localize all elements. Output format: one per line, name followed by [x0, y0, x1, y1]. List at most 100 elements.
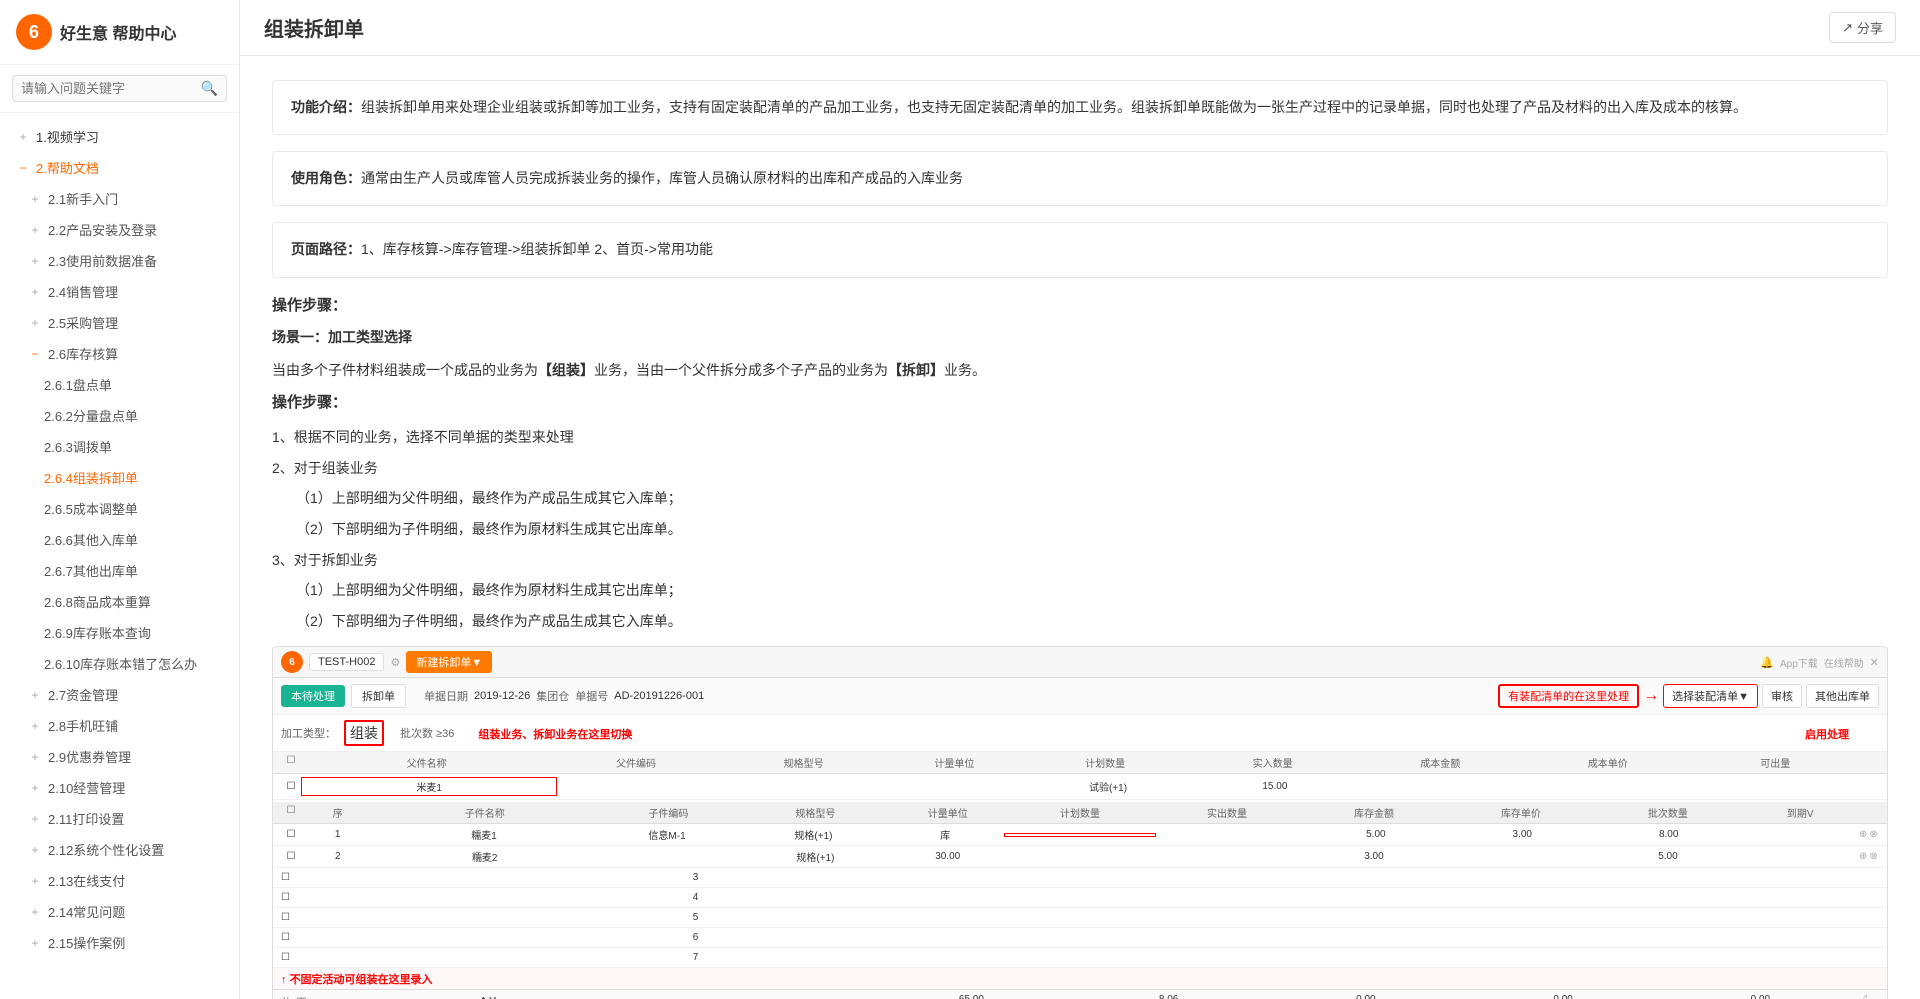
sidebar-item-cost-adjust[interactable]: 2.6.5成本调整单	[0, 493, 239, 524]
mock-child-row-5: ☐ 5	[273, 908, 1887, 928]
search-input[interactable]	[21, 81, 201, 96]
mock-expand-icon[interactable]: ⤢	[1859, 994, 1867, 999]
sidebar-item-label: 2.6.4组装拆卸单	[44, 468, 138, 487]
sidebar-item-stock-query[interactable]: 2.6.9库存账本查询	[0, 617, 239, 648]
search-box[interactable]: 🔍	[12, 75, 227, 102]
mock-child-row-6: ☐ 6	[273, 928, 1887, 948]
sidebar-item-assembly[interactable]: 2.6.4组装拆卸单	[0, 462, 239, 493]
sidebar-item-data-prep[interactable]: + 2.3使用前数据准备	[0, 245, 239, 276]
sidebar-item-cost-recalc[interactable]: 2.6.8商品成本重算	[0, 586, 239, 617]
mock-close-icon[interactable]: ✕	[1870, 656, 1879, 669]
sidebar-item-faq[interactable]: + 2.14常见问题	[0, 896, 239, 927]
mock-child-plan-col: 计划数量	[1007, 805, 1154, 820]
sidebar-item-print[interactable]: + 2.11打印设置	[0, 803, 239, 834]
mock-child-row-7: ☐ 7	[273, 948, 1887, 968]
expand-icon: +	[16, 130, 30, 144]
step3-subs: （1）上部明细为父件明细，最终作为原材料生成其它出库单； （2）下部明细为子件明…	[296, 577, 1888, 634]
sidebar-item-stock-error[interactable]: 2.6.10库存账本错了怎么办	[0, 648, 239, 679]
mock-row-checkbox[interactable]: ☐	[281, 781, 301, 792]
mock-child-row-2: ☐ 2 糯麦2 规格(+1) 30.00 3.00 5.00 ⊕	[273, 846, 1887, 868]
mock-qty-label: 批次数 ≥36	[400, 725, 454, 741]
sidebar-item-other-out[interactable]: 2.6.7其他出库单	[0, 555, 239, 586]
mock-r4-check: ☐	[281, 892, 301, 903]
sidebar-item-payment[interactable]: + 2.13在线支付	[0, 865, 239, 896]
screenshot-inner: 6 TEST-H002 ⚙ 新建拆卸单▼ 🔔 App下载 在线帮助 ✕ 本待处理…	[273, 647, 1887, 999]
mock-type-label: 加工类型：	[281, 725, 336, 741]
mock-approve-btn[interactable]: 审核	[1762, 684, 1802, 708]
mock-new-btn[interactable]: 新建拆卸单▼	[406, 651, 492, 673]
mock-footer-ops: ⤢	[1859, 994, 1879, 999]
path-label: 页面路径：	[291, 241, 361, 257]
share-button[interactable]: ↗ 分享	[1829, 12, 1896, 43]
mock-delete-icon[interactable]: ⊗	[1869, 829, 1877, 840]
sidebar-item-purchase[interactable]: + 2.5采购管理	[0, 307, 239, 338]
mock-child-ops-col	[1859, 805, 1879, 820]
mock-child-stock-col: 库存金额	[1300, 805, 1447, 820]
sidebar-item-video[interactable]: + 1.视频学习	[0, 121, 239, 152]
expand-icon: +	[28, 316, 42, 330]
sidebar-item-stocktake[interactable]: 2.6.1盘点单	[0, 369, 239, 400]
mock-settings-icon: ⚙	[390, 656, 400, 669]
mock-parent-actual-cell: 15.00	[1191, 781, 1358, 792]
sidebar-item-label: 2.1新手入门	[48, 189, 118, 208]
mock-child-r1-name: 糯麦1	[374, 827, 594, 842]
search-icon[interactable]: 🔍	[201, 80, 218, 97]
sidebar-item-transfer[interactable]: 2.6.3调拨单	[0, 431, 239, 462]
role-block: 使用角色：通常由生产人员或库管人员完成拆装业务的操作，库管人员确认原材料的出库和…	[272, 151, 1888, 206]
mock-type-value: 组装	[344, 720, 384, 746]
expand-icon: +	[28, 812, 42, 826]
mock-child-r1-ops: ⊕ ⊗	[1859, 829, 1879, 840]
sidebar-item-customize[interactable]: + 2.12系统个性化设置	[0, 834, 239, 865]
sidebar-item-label: 2.6.5成本调整单	[44, 499, 138, 518]
expand-icon: +	[28, 688, 42, 702]
sidebar-item-coupon[interactable]: + 2.9优惠券管理	[0, 741, 239, 772]
mock-child-r1-check[interactable]: ☐	[281, 829, 301, 840]
mock-child-row-4: ☐ 4	[273, 888, 1887, 908]
mock-app-label: App下载	[1780, 655, 1818, 670]
mock-tab-inactive[interactable]: 拆卸单	[351, 684, 406, 708]
sidebar-item-inventory[interactable]: − 2.6库存核算	[0, 338, 239, 369]
step2-subs: （1）上部明细为父件明细，最终作为产成品生成其它入库单； （2）下部明细为子件明…	[296, 485, 1888, 542]
ops-steps-title: 操作步骤：	[272, 391, 1888, 412]
step3: 3、对于拆卸业务	[272, 547, 1888, 574]
role-text: 通常由生产人员或库管人员完成拆装业务的操作，库管人员确认原材料的出库和产成品的入…	[361, 170, 963, 186]
top-bar: 组装拆卸单 ↗ 分享	[240, 0, 1920, 56]
mock-delete2-icon[interactable]: ⊗	[1869, 851, 1877, 862]
sidebar-item-sales[interactable]: + 2.4销售管理	[0, 276, 239, 307]
mock-child-r2-check[interactable]: ☐	[281, 851, 301, 862]
collapse-icon: −	[28, 347, 42, 361]
expand-icon: +	[28, 843, 42, 857]
sidebar-item-operation[interactable]: + 2.10经营管理	[0, 772, 239, 803]
scenario1-title: 场景一：加工类型选择	[272, 327, 1888, 347]
sidebar-item-docs[interactable]: − 2.帮助文档	[0, 152, 239, 183]
mock-help-label: 在线帮助	[1824, 655, 1864, 670]
mock-checkbox-col: ☐	[281, 755, 301, 770]
mock-parent-avail-col: 可出量	[1692, 755, 1860, 770]
mock-annotation1-area: 有装配清单的在这里处理 → 选择装配清单▼	[1498, 684, 1758, 708]
mock-footer-total: 合计	[478, 994, 873, 999]
share-label: 分享	[1857, 18, 1883, 37]
sidebar-item-label: 2.6.7其他出库单	[44, 561, 138, 580]
mock-parent-name-cell: 米麦1	[301, 777, 557, 796]
mock-other-out-btn[interactable]: 其他出库单	[1806, 684, 1879, 708]
mock-tab-active[interactable]: 本待处理	[281, 685, 345, 707]
sidebar-item-cases[interactable]: + 2.15操作案例	[0, 927, 239, 958]
mock-copy2-icon[interactable]: ⊕	[1859, 851, 1867, 862]
mock-child-r2-unit: 30.00	[889, 851, 1007, 862]
sidebar-item-mobile[interactable]: + 2.8手机旺铺	[0, 710, 239, 741]
mock-tab-row: 本待处理 拆卸单 单据日期 2019-12-26 集团仓 单据号 AD-2019…	[273, 678, 1887, 715]
mock-child-r2-spec: 规格(+1)	[742, 849, 889, 864]
sidebar-item-install[interactable]: + 2.2产品安装及登录	[0, 214, 239, 245]
sidebar-item-other-in[interactable]: 2.6.6其他入库单	[0, 524, 239, 555]
sidebar-item-finance[interactable]: + 2.7资金管理	[0, 679, 239, 710]
steps-list: 1、根据不同的业务，选择不同单据的类型来处理 2、对于组装业务 （1）上部明细为…	[272, 424, 1888, 634]
sidebar-item-newbie[interactable]: + 2.1新手入门	[0, 183, 239, 214]
sidebar-item-partial-stock[interactable]: 2.6.2分量盘点单	[0, 400, 239, 431]
func-intro-text: 组装拆卸单用来处理企业组装或拆卸等加工业务，支持有固定装配清单的产品加工业务，也…	[361, 99, 1747, 115]
expand-icon: +	[28, 936, 42, 950]
mock-parent-cost-col: 成本金额	[1356, 755, 1524, 770]
mock-child-r1-plan	[1004, 833, 1156, 837]
mock-choose-btn[interactable]: 选择装配清单▼	[1663, 684, 1758, 708]
mock-copy-icon[interactable]: ⊕	[1859, 829, 1867, 840]
ops-section: 操作步骤： 场景一：加工类型选择 当由多个子件材料组装成一个成品的业务为【组装】…	[272, 294, 1888, 999]
